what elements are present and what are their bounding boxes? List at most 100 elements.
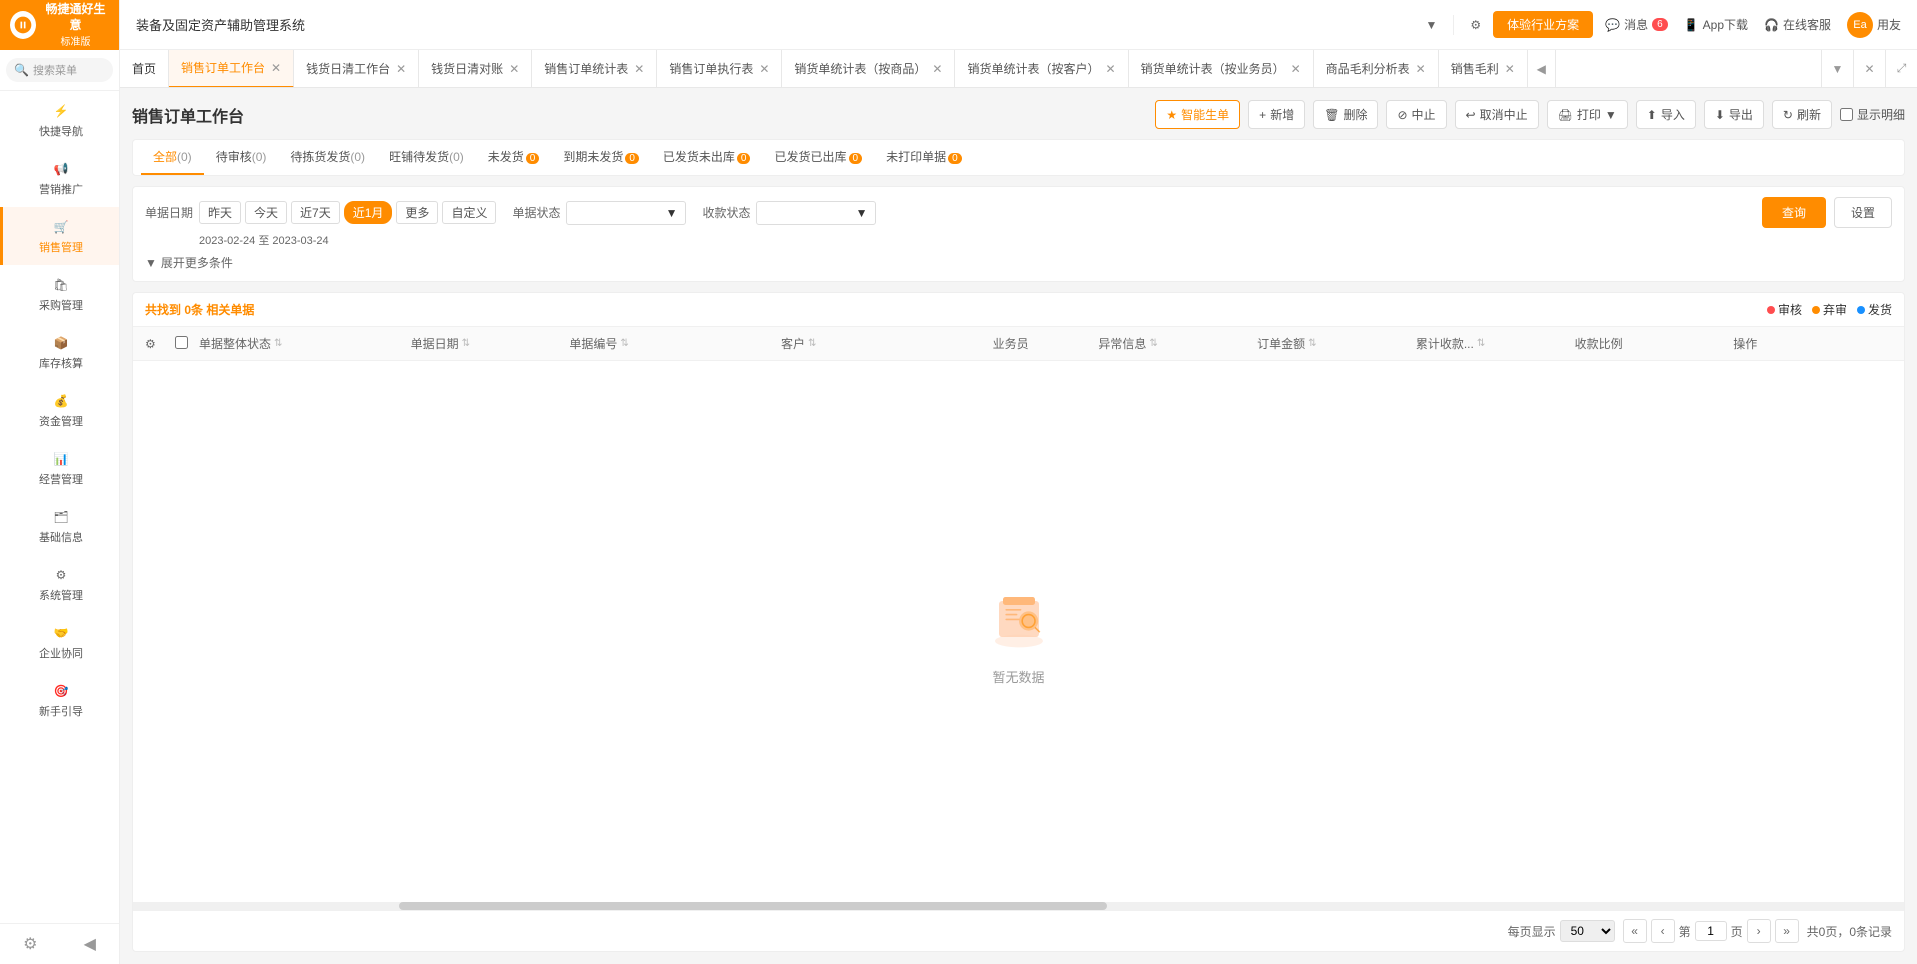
sidebar-item-guide[interactable]: 🎯 新手引导 <box>0 671 119 729</box>
online-service-btn[interactable]: 🎧 在线客服 <box>1764 16 1831 33</box>
date-btn-yesterday[interactable]: 昨天 <box>199 201 241 224</box>
sidebar-item-purchase[interactable]: 🛍 采购管理 <box>0 265 119 323</box>
query-btn[interactable]: 查询 <box>1762 197 1826 228</box>
stop-btn[interactable]: ⊘ 中止 <box>1386 100 1446 129</box>
tab-sales-margin[interactable]: 商品毛利分析表 ✕ <box>1314 50 1439 88</box>
page-number-input[interactable] <box>1695 921 1727 941</box>
tab-close-sales-more[interactable]: ✕ <box>1505 62 1515 76</box>
sort-amount-icon[interactable]: ⇅ <box>1308 338 1316 349</box>
add-btn[interactable]: + 新增 <box>1248 100 1305 129</box>
tab-close-sales-stat[interactable]: ✕ <box>634 62 644 76</box>
horizontal-scrollbar[interactable] <box>133 902 1904 910</box>
date-btn-today[interactable]: 今天 <box>245 201 287 224</box>
tab-sales-order[interactable]: 销售订单工作台 ✕ <box>169 50 294 88</box>
sidebar-item-basic[interactable]: 🗂 基础信息 <box>0 497 119 555</box>
page-last-btn[interactable]: » <box>1775 919 1799 943</box>
tab-close-sales-exec[interactable]: ✕ <box>759 62 769 76</box>
sidebar-item-sales[interactable]: 🛒 销售管理 <box>0 207 119 265</box>
sidebar-item-system[interactable]: ⚙ 系统管理 <box>0 555 119 613</box>
tab-sales-staff[interactable]: 销货单统计表（按业务员） ✕ <box>1129 50 1314 88</box>
scrollbar-thumb[interactable] <box>399 902 1107 910</box>
sub-tab-not-printed[interactable]: 未打印单据0 <box>874 140 974 175</box>
tab-fullscreen-btn[interactable]: ⤢ <box>1885 50 1917 88</box>
system-dropdown[interactable]: ▼ <box>1426 18 1438 32</box>
industry-solution-btn[interactable]: 体验行业方案 <box>1493 11 1593 38</box>
sort-date-icon[interactable]: ⇅ <box>462 338 470 349</box>
sub-tab-shipped-out[interactable]: 已发货已出库0 <box>762 140 874 175</box>
expand-more-btn[interactable]: ▼ 展开更多条件 <box>145 254 1892 271</box>
tab-close-cash-daily[interactable]: ✕ <box>396 62 406 76</box>
tab-sales-customer[interactable]: 销货单统计表（按客户） ✕ <box>955 50 1128 88</box>
sub-tab-wangpu[interactable]: 旺铺待发货(0) <box>377 140 476 175</box>
select-all-checkbox[interactable] <box>175 336 188 349</box>
gear-icon[interactable]: ⚙ <box>1470 18 1481 32</box>
message-btn[interactable]: 💬 消息 6 <box>1605 16 1668 33</box>
tab-sales-more[interactable]: 销售毛利 ✕ <box>1439 50 1528 88</box>
date-btn-7days[interactable]: 近7天 <box>291 201 340 224</box>
sidebar-search-area[interactable]: 🔍 搜索菜单 <box>0 50 119 91</box>
tab-close-all-btn[interactable]: ✕ <box>1853 50 1885 88</box>
show-detail-checkbox[interactable] <box>1840 108 1853 121</box>
export-btn[interactable]: ⬇ 导出 <box>1704 100 1764 129</box>
action-review[interactable]: 审核 <box>1767 301 1802 318</box>
sort-number-icon[interactable]: ⇅ <box>620 338 628 349</box>
delete-btn[interactable]: 🗑 删除 <box>1313 100 1378 129</box>
action-unreview[interactable]: 弃审 <box>1812 301 1847 318</box>
page-prev-btn[interactable]: ‹ <box>1651 919 1675 943</box>
sub-tab-overdue[interactable]: 到期未发货0 <box>551 140 651 175</box>
page-next-btn[interactable]: › <box>1747 919 1771 943</box>
date-btn-custom[interactable]: 自定义 <box>442 201 496 224</box>
sidebar-item-operations[interactable]: 📊 经营管理 <box>0 439 119 497</box>
sidebar-item-finance[interactable]: 💰 资金管理 <box>0 381 119 439</box>
sort-customer-icon[interactable]: ⇅ <box>808 338 816 349</box>
th-checkbox[interactable] <box>175 336 199 352</box>
sidebar-item-enterprise[interactable]: 🤝 企业协同 <box>0 613 119 671</box>
sub-tab-not-shipped[interactable]: 未发货0 <box>476 140 552 175</box>
filter-payment-select[interactable]: ▼ <box>756 201 876 225</box>
sub-tab-shipped-in[interactable]: 已发货未出库0 <box>651 140 763 175</box>
th-settings[interactable]: ⚙ <box>145 337 175 351</box>
tab-close-cash-account[interactable]: ✕ <box>509 62 519 76</box>
tab-home[interactable]: 首页 <box>120 50 169 88</box>
date-btn-1month[interactable]: 近1月 <box>344 201 393 224</box>
tab-sales-stat[interactable]: 销售订单统计表 ✕ <box>532 50 657 88</box>
sort-status-icon[interactable]: ⇅ <box>274 338 282 349</box>
sort-collected-icon[interactable]: ⇅ <box>1477 338 1485 349</box>
tab-more-btn[interactable]: ▼ <box>1821 50 1853 88</box>
tab-sales-product[interactable]: 销货单统计表（按商品） ✕ <box>782 50 955 88</box>
import-btn[interactable]: ⬆ 导入 <box>1636 100 1696 129</box>
sidebar-item-inventory[interactable]: 📦 库存核算 <box>0 323 119 381</box>
set-btn[interactable]: 设置 <box>1834 197 1892 228</box>
tab-close-sales-staff[interactable]: ✕ <box>1291 62 1301 76</box>
print-btn[interactable]: 🖨 打印 ▼ <box>1547 100 1628 129</box>
user-area[interactable]: Ea 用友 <box>1847 12 1901 38</box>
sidebar-item-quick-nav[interactable]: ⚡ 快捷导航 <box>0 91 119 149</box>
tab-close-sales-margin[interactable]: ✕ <box>1416 62 1426 76</box>
settings-btn[interactable]: ⚙ <box>23 934 37 954</box>
sort-abnormal-icon[interactable]: ⇅ <box>1149 338 1157 349</box>
tab-close-sales-product[interactable]: ✕ <box>932 62 942 76</box>
tab-cash-daily[interactable]: 钱货日清工作台 ✕ <box>294 50 419 88</box>
cancel-stop-btn[interactable]: ↩ 取消中止 <box>1455 100 1539 129</box>
tab-close-sales-order[interactable]: ✕ <box>271 61 281 75</box>
tab-close-sales-customer[interactable]: ✕ <box>1106 62 1116 76</box>
sidebar-item-marketing[interactable]: 📢 营销推广 <box>0 149 119 207</box>
app-download-btn[interactable]: 📱 App下载 <box>1684 16 1748 33</box>
filter-status-select[interactable]: ▼ <box>566 201 686 225</box>
page-first-btn[interactable]: « <box>1623 919 1647 943</box>
sub-tab-pending[interactable]: 待审核(0) <box>204 140 279 175</box>
sidebar-search-btn[interactable]: 🔍 搜索菜单 <box>6 58 113 82</box>
page-size-dropdown[interactable]: 10 20 30 50 100 <box>1560 920 1615 942</box>
tab-prev-arrow[interactable]: ◀ <box>1528 50 1556 88</box>
collapse-btn[interactable]: ◀ <box>84 934 96 954</box>
sub-tab-all[interactable]: 全部(0) <box>141 140 204 175</box>
action-ship[interactable]: 发货 <box>1857 301 1892 318</box>
avatar: Ea <box>1847 12 1873 38</box>
smart-create-btn[interactable]: ★ 智能生单 <box>1155 100 1240 129</box>
show-detail-label[interactable]: 显示明细 <box>1840 106 1905 123</box>
refresh-btn[interactable]: ↻ 刷新 <box>1772 100 1832 129</box>
tab-sales-exec[interactable]: 销售订单执行表 ✕ <box>657 50 782 88</box>
date-btn-more[interactable]: 更多 <box>396 201 438 224</box>
sub-tab-pending-ship[interactable]: 待拣货发货(0) <box>278 140 377 175</box>
tab-cash-account[interactable]: 钱货日清对账 ✕ <box>419 50 532 88</box>
